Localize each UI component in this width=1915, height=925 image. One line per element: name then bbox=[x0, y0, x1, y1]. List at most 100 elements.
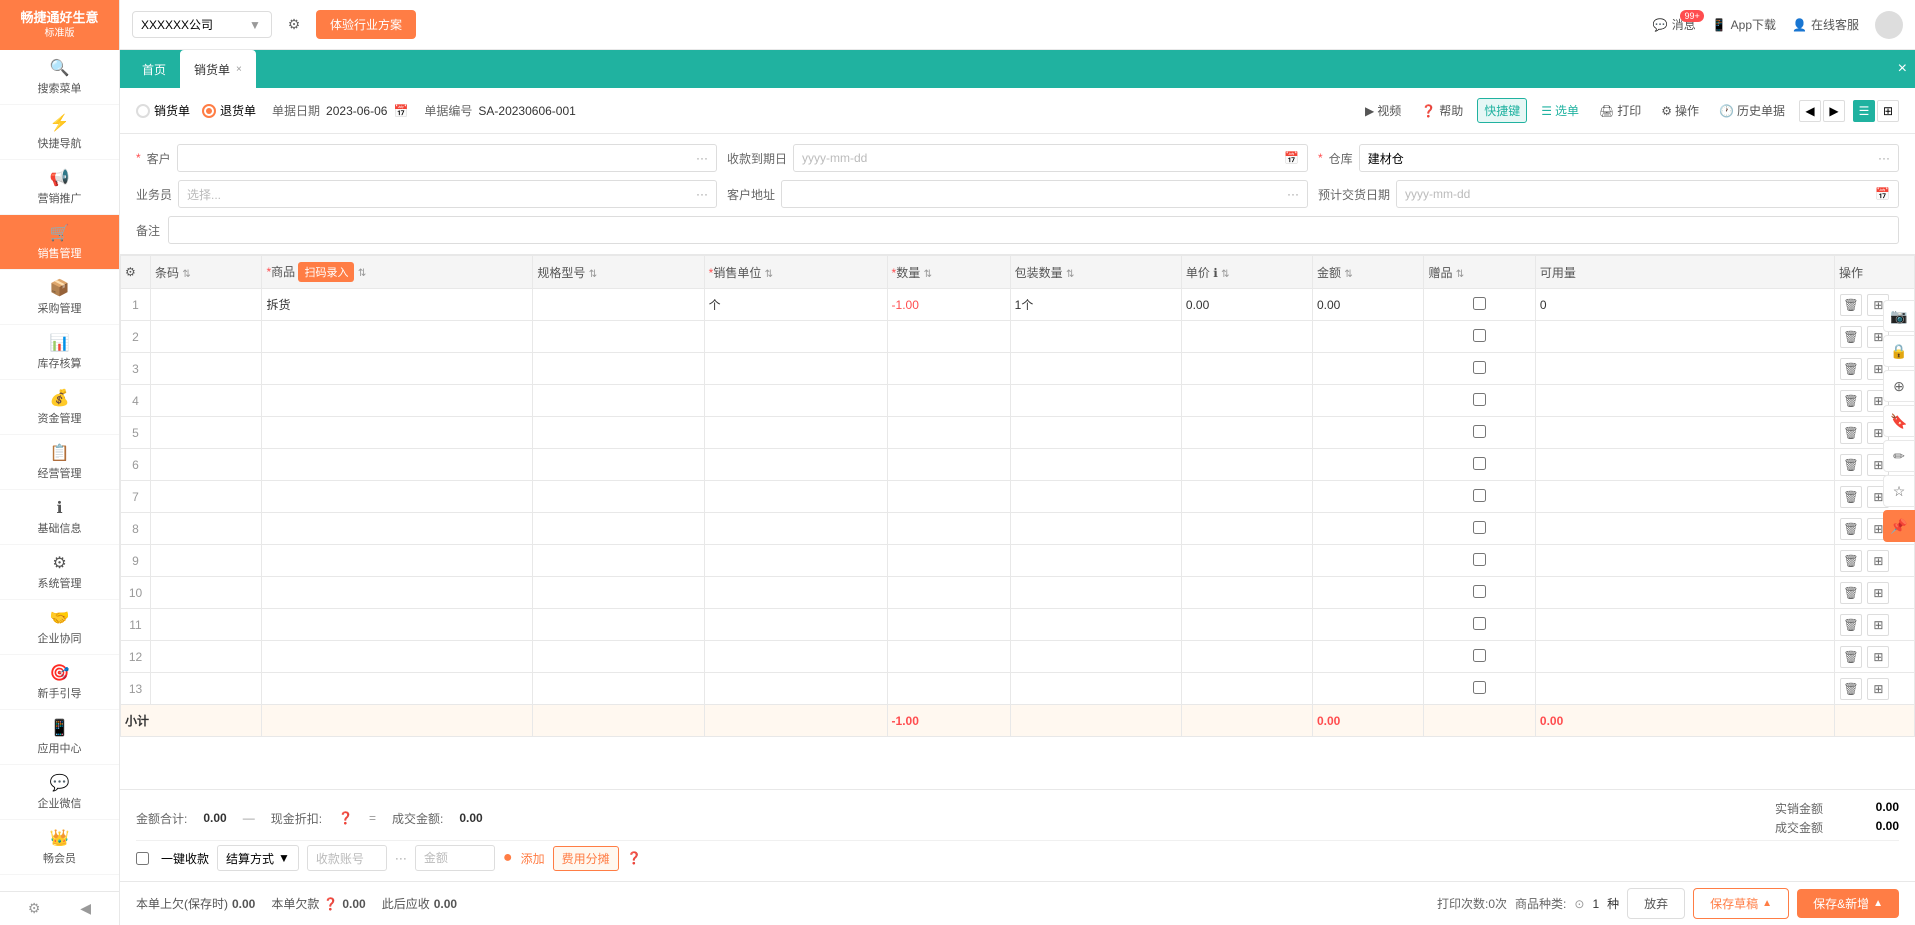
sidebar-item-sales[interactable]: 🛒 销售管理 bbox=[0, 215, 119, 270]
row-unit-10[interactable] bbox=[704, 577, 887, 609]
row-delete-8[interactable]: 🗑 bbox=[1840, 518, 1862, 540]
sidebar-item-marketing[interactable]: 📢 营销推广 bbox=[0, 160, 119, 215]
row-spec-12[interactable] bbox=[533, 641, 704, 673]
row-qty-11[interactable] bbox=[887, 609, 1010, 641]
row-amount-1[interactable]: 0.00 bbox=[1313, 289, 1424, 321]
list-view-btn[interactable]: ☰ bbox=[1853, 100, 1875, 122]
tab-sales-order[interactable]: 销货单 × bbox=[180, 50, 256, 88]
row-price-3[interactable] bbox=[1181, 353, 1312, 385]
radio-return-order[interactable]: 退货单 bbox=[202, 102, 256, 119]
expense-split-btn[interactable]: 费用分摊 bbox=[553, 846, 619, 871]
row-amount-2[interactable] bbox=[1313, 321, 1424, 353]
row-unit-8[interactable] bbox=[704, 513, 887, 545]
address-dots[interactable]: ··· bbox=[1287, 187, 1299, 201]
cumulative-icon[interactable]: ❓ bbox=[323, 897, 338, 911]
row-gift-5[interactable] bbox=[1424, 417, 1535, 449]
row-product-13[interactable] bbox=[262, 673, 533, 705]
save-draft-button[interactable]: 保存草稿 ▲ bbox=[1693, 888, 1789, 919]
row-gift-12[interactable] bbox=[1424, 641, 1535, 673]
row-spec-11[interactable] bbox=[533, 609, 704, 641]
row-barcode-11[interactable] bbox=[151, 609, 262, 641]
one-click-checkbox[interactable] bbox=[136, 852, 149, 865]
right-action-camera[interactable]: 📷 bbox=[1883, 300, 1915, 332]
date-calendar-icon[interactable]: 📅 bbox=[393, 104, 408, 118]
row-qty-10[interactable] bbox=[887, 577, 1010, 609]
row-price-6[interactable] bbox=[1181, 449, 1312, 481]
row-product-10[interactable] bbox=[262, 577, 533, 609]
row-delete-1[interactable]: 🗑 bbox=[1840, 294, 1862, 316]
shortcut-btn[interactable]: 快捷键 bbox=[1477, 98, 1527, 123]
row-delete-6[interactable]: 🗑 bbox=[1840, 454, 1862, 476]
row-gift-4[interactable] bbox=[1424, 385, 1535, 417]
help-circle-icon[interactable]: ❓ bbox=[338, 811, 353, 825]
help-btn[interactable]: ❓ 帮助 bbox=[1415, 99, 1469, 122]
history-btn[interactable]: 🕐 历史单据 bbox=[1713, 99, 1791, 122]
row-gift-10[interactable] bbox=[1424, 577, 1535, 609]
row-barcode-7[interactable] bbox=[151, 481, 262, 513]
row-qty-6[interactable] bbox=[887, 449, 1010, 481]
amount-input[interactable]: 金额 bbox=[415, 845, 495, 871]
row-pkg-qty-3[interactable] bbox=[1010, 353, 1181, 385]
row-copy-11[interactable]: ⊞ bbox=[1867, 614, 1889, 636]
row-product-12[interactable] bbox=[262, 641, 533, 673]
delivery-date-input[interactable]: yyyy-mm-dd 📅 bbox=[1396, 180, 1899, 208]
row-qty-5[interactable] bbox=[887, 417, 1010, 449]
row-amount-13[interactable] bbox=[1313, 673, 1424, 705]
row-amount-10[interactable] bbox=[1313, 577, 1424, 609]
company-selector[interactable]: XXXXXX公司 ▼ bbox=[132, 11, 272, 38]
row-barcode-2[interactable] bbox=[151, 321, 262, 353]
row-amount-3[interactable] bbox=[1313, 353, 1424, 385]
product-type-icon[interactable]: ⊙ bbox=[1574, 897, 1584, 911]
expense-help-icon[interactable]: ❓ bbox=[627, 851, 642, 865]
sidebar-item-search[interactable]: 🔍 搜索菜单 bbox=[0, 50, 119, 105]
sidebar-item-baseinfo[interactable]: ℹ 基础信息 bbox=[0, 490, 119, 545]
row-amount-8[interactable] bbox=[1313, 513, 1424, 545]
delivery-calendar-icon[interactable]: 📅 bbox=[1875, 187, 1890, 201]
row-gift-1[interactable] bbox=[1424, 289, 1535, 321]
row-qty-4[interactable] bbox=[887, 385, 1010, 417]
row-barcode-9[interactable] bbox=[151, 545, 262, 577]
row-delete-11[interactable]: 🗑 bbox=[1840, 614, 1862, 636]
warehouse-input[interactable]: 建材仓 ··· bbox=[1359, 144, 1899, 172]
row-unit-11[interactable] bbox=[704, 609, 887, 641]
row-product-5[interactable] bbox=[262, 417, 533, 449]
row-product-7[interactable] bbox=[262, 481, 533, 513]
row-barcode-12[interactable] bbox=[151, 641, 262, 673]
row-price-1[interactable]: 0.00 bbox=[1181, 289, 1312, 321]
row-delete-9[interactable]: 🗑 bbox=[1840, 550, 1862, 572]
account-input[interactable]: 收款账号 bbox=[307, 845, 387, 871]
customer-address-input[interactable]: ··· bbox=[781, 180, 1308, 208]
row-copy-9[interactable]: ⊞ bbox=[1867, 550, 1889, 572]
row-unit-4[interactable] bbox=[704, 385, 887, 417]
row-barcode-8[interactable] bbox=[151, 513, 262, 545]
row-barcode-13[interactable] bbox=[151, 673, 262, 705]
row-gift-3[interactable] bbox=[1424, 353, 1535, 385]
row-spec-4[interactable] bbox=[533, 385, 704, 417]
right-action-orange[interactable]: 📌 bbox=[1883, 510, 1915, 542]
row-gift-8[interactable] bbox=[1424, 513, 1535, 545]
row-pkg-qty-12[interactable] bbox=[1010, 641, 1181, 673]
salesperson-dots[interactable]: ··· bbox=[696, 187, 708, 201]
row-spec-3[interactable] bbox=[533, 353, 704, 385]
row-pkg-qty-4[interactable] bbox=[1010, 385, 1181, 417]
row-pkg-qty-5[interactable] bbox=[1010, 417, 1181, 449]
row-copy-12[interactable]: ⊞ bbox=[1867, 646, 1889, 668]
row-gift-9[interactable] bbox=[1424, 545, 1535, 577]
row-delete-4[interactable]: 🗑 bbox=[1840, 390, 1862, 412]
row-pkg-qty-8[interactable] bbox=[1010, 513, 1181, 545]
row-unit-13[interactable] bbox=[704, 673, 887, 705]
row-price-12[interactable] bbox=[1181, 641, 1312, 673]
sidebar-item-inventory[interactable]: 📊 库存核算 bbox=[0, 325, 119, 380]
row-amount-9[interactable] bbox=[1313, 545, 1424, 577]
row-barcode-10[interactable] bbox=[151, 577, 262, 609]
row-qty-1[interactable]: -1.00 bbox=[887, 289, 1010, 321]
row-price-9[interactable] bbox=[1181, 545, 1312, 577]
row-barcode-3[interactable] bbox=[151, 353, 262, 385]
row-gift-6[interactable] bbox=[1424, 449, 1535, 481]
row-spec-10[interactable] bbox=[533, 577, 704, 609]
account-dots[interactable]: ··· bbox=[395, 851, 407, 865]
right-action-lock[interactable]: 🔒 bbox=[1883, 335, 1915, 367]
save-new-button[interactable]: 保存&新增 ▲ bbox=[1797, 889, 1899, 918]
row-barcode-5[interactable] bbox=[151, 417, 262, 449]
online-support-action[interactable]: 👤 在线客服 bbox=[1792, 16, 1859, 33]
